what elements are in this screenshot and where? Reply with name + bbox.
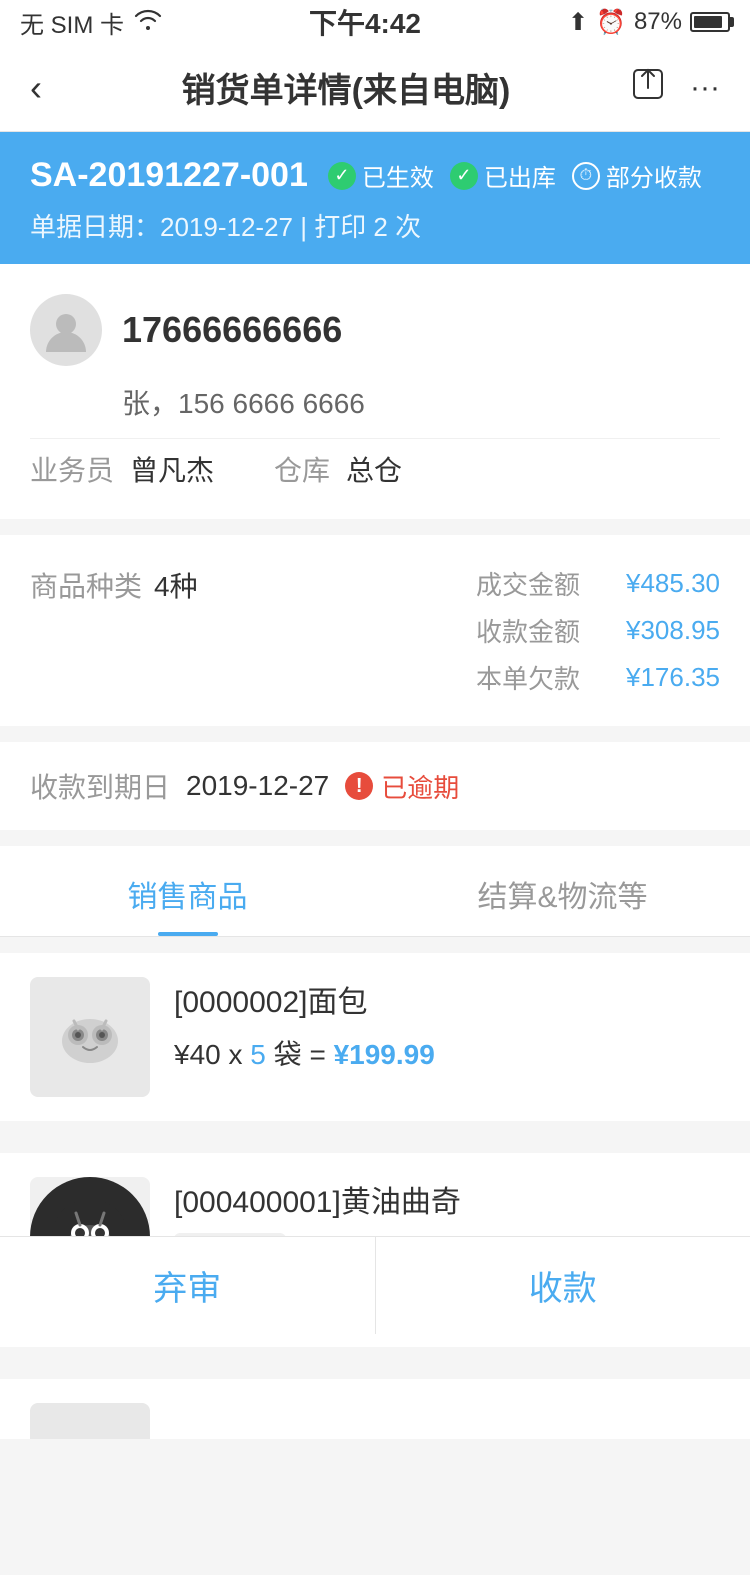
product-list: [0000002]面包 ¥40 x 5 袋 = ¥199.99 xyxy=(0,937,750,1439)
due-section: 收款到期日 2019-12-27 ! 已逾期 xyxy=(0,742,750,830)
abandon-review-label: 弃审 xyxy=(153,1261,221,1310)
overdue-badge: ! 已逾期 xyxy=(345,768,459,805)
customer-row: 17666666666 xyxy=(30,294,720,366)
product-item-1: [0000002]面包 ¥40 x 5 袋 = ¥199.99 xyxy=(0,953,750,1121)
product-unit-1: 袋 xyxy=(274,1039,302,1070)
stats-section: 商品种类 4种 成交金额 ¥485.30 收款金额 ¥308.95 本单欠款 ¥… xyxy=(0,535,750,726)
warehouse-label: 仓库 xyxy=(274,449,330,489)
order-date: 单据日期：2019-12-27 | 打印 2 次 xyxy=(30,207,720,244)
alarm-icon: ⏰ xyxy=(596,8,626,37)
avatar xyxy=(30,294,102,366)
product-total-1: ¥199.99 xyxy=(334,1039,435,1070)
customer-meta: 业务员 曾凡杰 仓库 总仓 xyxy=(30,438,720,499)
salesperson-value: 曾凡杰 xyxy=(130,449,214,489)
battery-percent: 87% xyxy=(634,8,682,36)
clock-icon: ⏱ xyxy=(572,162,600,190)
product-name-1: [0000002]面包 xyxy=(174,977,720,1021)
order-id: SA-20191227-001 xyxy=(30,156,308,195)
abandon-review-button[interactable]: 弃审 xyxy=(0,1237,376,1334)
status-time: 下午4:42 xyxy=(309,2,421,42)
wifi-icon xyxy=(134,8,162,37)
stats-right: 成交金额 ¥485.30 收款金额 ¥308.95 本单欠款 ¥176.35 xyxy=(476,565,720,696)
product-image-1 xyxy=(30,977,150,1097)
product-price-1: ¥40 x 5 袋 = ¥199.99 xyxy=(174,1033,720,1073)
status-badge-1: ✓ 已生效 xyxy=(328,158,434,193)
product-price-x-1: x xyxy=(229,1039,251,1070)
product-price-unit-1: ¥40 xyxy=(174,1039,221,1070)
product-qty-1: 5 xyxy=(250,1039,266,1070)
stats-left: 商品种类 4种 xyxy=(30,565,198,605)
product-thumb-1 xyxy=(30,977,150,1097)
receipt-label: 收款金额 xyxy=(476,612,580,649)
status-left: 无 SIM 卡 xyxy=(20,5,162,40)
tab-sales-label: 销售商品 xyxy=(128,881,248,914)
tab-settlement-label: 结算&物流等 xyxy=(477,881,647,914)
status-right: ⬆ ⏰ 87% xyxy=(568,8,730,37)
deal-label: 成交金额 xyxy=(476,565,580,602)
product-thumb-3 xyxy=(30,1403,150,1439)
battery-icon xyxy=(690,12,730,32)
more-icon[interactable]: ··· xyxy=(690,71,720,105)
tab-settlement[interactable]: 结算&物流等 xyxy=(375,846,750,936)
order-header: SA-20191227-001 ✓ 已生效 ✓ 已出库 ⏱ 部分收款 单据日期：… xyxy=(0,132,750,264)
check-icon-1: ✓ xyxy=(328,162,356,190)
product-item-3 xyxy=(0,1379,750,1439)
collect-payment-label: 收款 xyxy=(529,1261,597,1310)
salesperson-label: 业务员 xyxy=(30,449,114,489)
overdue-icon: ! xyxy=(345,772,373,800)
status-badge-3: ⏱ 部分收款 xyxy=(572,158,702,193)
warehouse-value: 总仓 xyxy=(346,449,402,489)
status-badges: ✓ 已生效 ✓ 已出库 ⏱ 部分收款 xyxy=(328,158,702,193)
category-label: 商品种类 xyxy=(30,565,142,605)
overdue-text: 已逾期 xyxy=(381,768,459,805)
category-value: 4种 xyxy=(154,565,198,605)
order-header-top: SA-20191227-001 ✓ 已生效 ✓ 已出库 ⏱ 部分收款 xyxy=(30,156,720,195)
product-eq-1: = xyxy=(309,1039,333,1070)
tab-sales-products[interactable]: 销售商品 xyxy=(0,846,375,936)
due-date: 2019-12-27 xyxy=(186,770,329,802)
status-label-3: 部分收款 xyxy=(606,158,702,193)
receipt-value: ¥308.95 xyxy=(600,615,720,646)
warehouse-item: 仓库 总仓 xyxy=(274,449,402,489)
status-bar: 无 SIM 卡 下午4:42 ⬆ ⏰ 87% xyxy=(0,0,750,44)
customer-sub: 张，156 6666 6666 xyxy=(30,382,720,422)
status-badge-2: ✓ 已出库 xyxy=(450,158,556,193)
tabs: 销售商品 结算&物流等 xyxy=(0,846,750,937)
nav-actions: ··· xyxy=(630,66,720,110)
deal-value: ¥485.30 xyxy=(600,568,720,599)
status-label-2: 已出库 xyxy=(484,158,556,193)
carrier-text: 无 SIM 卡 xyxy=(20,5,124,40)
customer-section: 17666666666 张，156 6666 6666 业务员 曾凡杰 仓库 总… xyxy=(0,264,750,519)
nav-bar: ‹ 销货单详情(来自电脑) ··· xyxy=(0,44,750,132)
bottom-bar: 弃审 收款 xyxy=(0,1236,750,1334)
due-label: 收款到期日 xyxy=(30,766,170,806)
receipt-row: 收款金额 ¥308.95 xyxy=(476,612,720,649)
check-icon-2: ✓ xyxy=(450,162,478,190)
deal-row: 成交金额 ¥485.30 xyxy=(476,565,720,602)
product-info-1: [0000002]面包 ¥40 x 5 袋 = ¥199.99 xyxy=(174,977,720,1073)
location-icon: ⬆ xyxy=(568,8,588,37)
share-icon[interactable] xyxy=(630,66,666,110)
debt-row: 本单欠款 ¥176.35 xyxy=(476,659,720,696)
debt-value: ¥176.35 xyxy=(600,662,720,693)
collect-payment-button[interactable]: 收款 xyxy=(376,1237,750,1334)
debt-label: 本单欠款 xyxy=(476,659,580,696)
page-title: 销货单详情(来自电脑) xyxy=(62,63,630,112)
status-label-1: 已生效 xyxy=(362,158,434,193)
back-button[interactable]: ‹ xyxy=(30,67,62,109)
customer-name: 17666666666 xyxy=(122,309,342,351)
salesperson-item: 业务员 曾凡杰 xyxy=(30,449,214,489)
product-name-2: [000400001]黄油曲奇 xyxy=(174,1177,720,1221)
